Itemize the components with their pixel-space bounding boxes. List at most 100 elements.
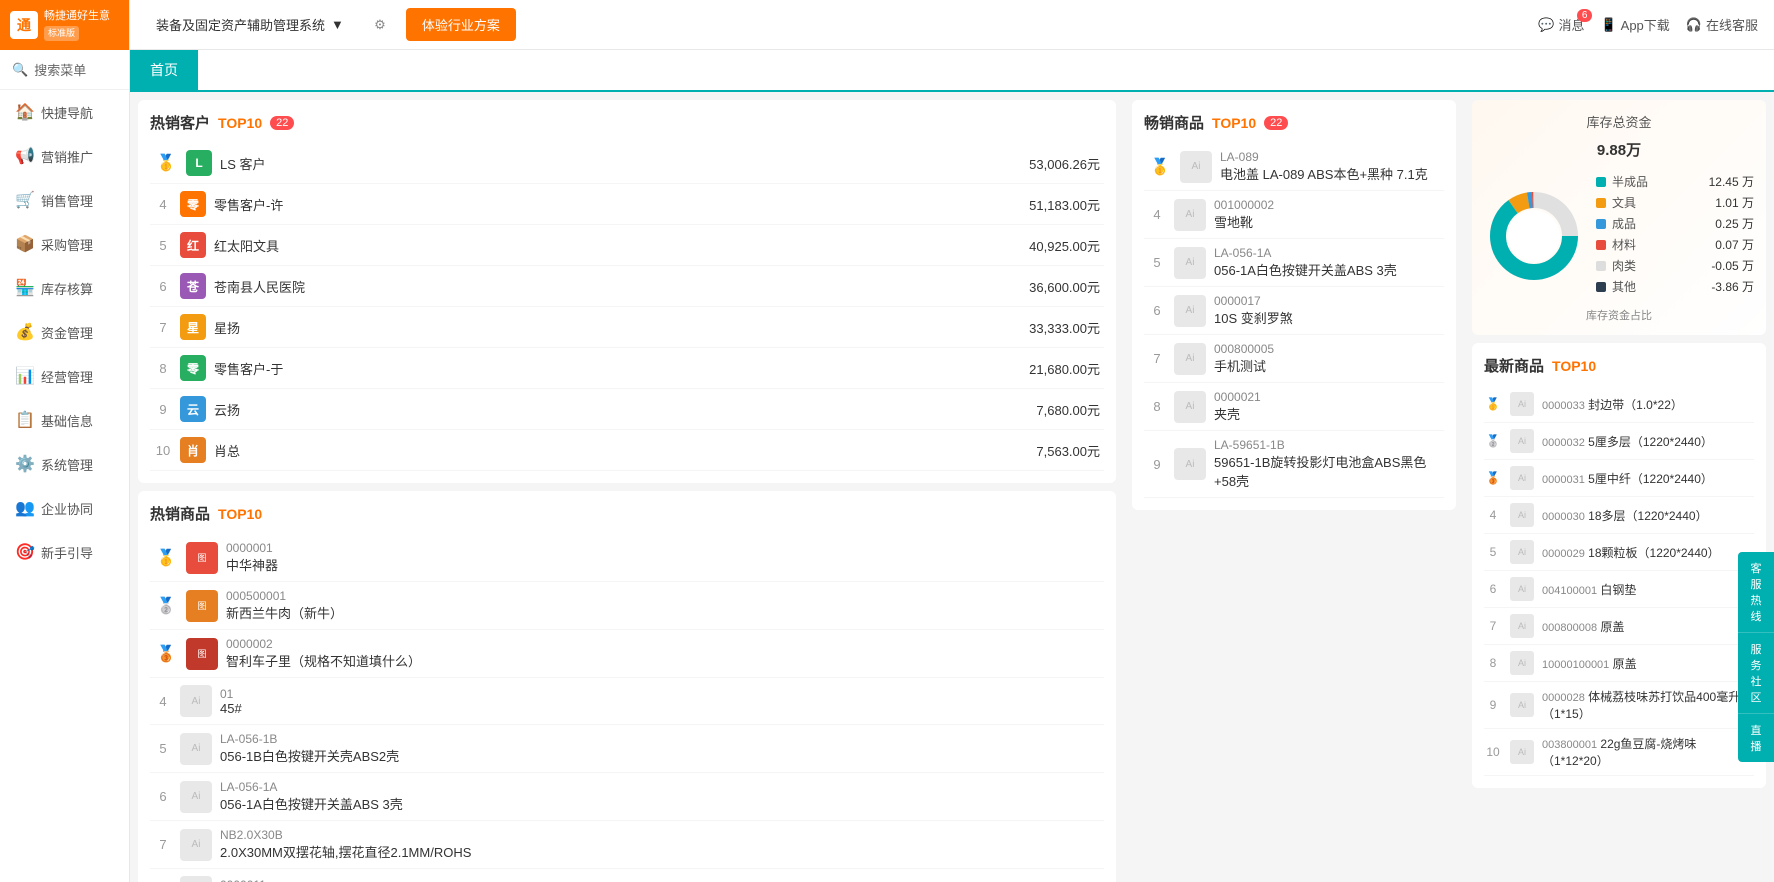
sidebar-item-inventory[interactable]: 🏪 库存核算 [0,266,129,310]
bestselling-header: 畅销商品 TOP10 22 [1144,112,1444,133]
system-icon: ⚙️ [15,454,33,474]
customer-avatar: 零 [180,355,206,381]
product-row: 6 Ai 0000017 10S 变刹罗煞 [1144,287,1444,335]
product-thumbnail-placeholder: Ai [180,733,212,765]
top-customers-card: 热销客户 TOP10 22 🥇 L LS 客户 53,006.26元 4 零 [138,100,1116,483]
product-thumbnail-placeholder: Ai [180,829,212,861]
customer-row: 5 红 红太阳文具 40,925.00元 [150,225,1104,266]
bestselling-list: 🥇 Ai LA-089 电池盖 LA-089 ABS本色+黑种 7.1克 4 A… [1144,143,1444,498]
new-product-row: 🥈 Ai 0000032 5厘多层（1220*2440） [1484,423,1754,460]
enterprise-icon: 👥 [15,498,33,518]
legend-dot [1596,198,1606,208]
new-product-row: 7 Ai 000800008 原盖 [1484,608,1754,645]
new-product-row: 🥉 Ai 0000031 5厘中纤（1220*2440） [1484,460,1754,497]
product-row: 5 Ai LA-056-1B 056-1B白色按键开关壳ABS2壳 [150,725,1104,773]
new-product-row: 9 Ai 0000028 体械荔枝味苏打饮品400毫升（1*15） [1484,682,1754,729]
legend-dot [1596,240,1606,250]
product-row: 6 Ai LA-056-1A 056-1A白色按键开关盖ABS 3壳 [150,773,1104,821]
customer-avatar: 肖 [180,437,206,463]
product-thumbnail: 图 [186,638,218,670]
newest-products-list: 🥇 Ai 0000033 封边带（1.0*22） 🥈 Ai 0000032 [1484,386,1754,776]
inventory-note: 库存资金占比 [1484,307,1754,323]
col-customers: 热销客户 TOP10 22 🥇 L LS 客户 53,006.26元 4 零 [130,92,1124,882]
sidebar-item-marketing[interactable]: 📢 营销推广 [0,134,129,178]
new-product-thumb: Ai [1510,503,1534,527]
newest-header: 最新商品 TOP10 [1484,355,1754,376]
new-product-thumb: Ai [1510,429,1534,453]
product-thumbnail-placeholder: Ai [180,685,212,717]
main-area: 装备及固定资产辅助管理系统 ▼ ⚙ 体验行业方案 💬 消息 6 📱 App下载 … [130,0,1774,882]
float-buttons: 客服热线 服务社区 直播 [1738,552,1774,762]
legend-item: 成品 0.25 万 [1596,215,1754,232]
float-btn-live[interactable]: 直播 [1738,714,1774,762]
customer-row: 🥇 L LS 客户 53,006.26元 [150,143,1104,184]
legend-dot [1596,261,1606,271]
search-icon: 🔍 [12,62,28,78]
new-product-thumb: Ai [1510,540,1534,564]
new-product-thumb: Ai [1510,614,1534,638]
guide-icon: 🎯 [15,542,33,562]
sidebar-item-finance[interactable]: 💰 资金管理 [0,310,129,354]
customer-avatar: L [186,150,212,176]
bestselling-card: 畅销商品 TOP10 22 🥇 Ai LA-089 电池盖 LA-089 ABS… [1132,100,1456,510]
col-right: 库存总资金 9.88万 [1464,92,1774,882]
rank-medal: 🥇 [154,153,178,173]
sidebar-item-guide[interactable]: 🎯 新手引导 [0,530,129,574]
float-btn-community[interactable]: 服务社区 [1738,633,1774,714]
marketing-icon: 📢 [15,146,33,166]
product-thumbnail: 图 [186,590,218,622]
product-row: 🥇 图 0000001 中华神器 [150,534,1104,582]
product-row: 🥈 图 000500001 新西兰牛肉（新牛） [150,582,1104,630]
search-menu-item[interactable]: 🔍 搜索菜单 [0,50,129,90]
inventory-total-label: 库存总资金 [1484,112,1754,131]
hot-products-card: 热销商品 TOP10 🥇 图 0000001 中华神器 🥈 图 [138,491,1116,882]
new-product-row: 5 Ai 0000029 18颗粒板（1220*2440） [1484,534,1754,571]
inventory-total-value: 9.88万 [1484,135,1754,161]
product-row: 4 Ai 001000002 雪地靴 [1144,191,1444,239]
new-product-thumb: Ai [1510,466,1534,490]
inventory-icon: 🏪 [15,278,33,298]
online-service-item[interactable]: 🎧 在线客服 [1686,15,1758,34]
trial-button[interactable]: 体验行业方案 [406,8,516,41]
page-tabs: 首页 [130,50,1774,92]
product-thumbnail-placeholder: Ai [1174,199,1206,231]
product-row: 🥉 图 0000002 智利车子里（规格不知道填什么） [150,630,1104,678]
sidebar-item-sales[interactable]: 🛒 销售管理 [0,178,129,222]
sidebar-item-basic-info[interactable]: 📋 基础信息 [0,398,129,442]
sidebar-item-purchase[interactable]: 📦 采购管理 [0,222,129,266]
new-product-row: 4 Ai 0000030 18多层（1220*2440） [1484,497,1754,534]
new-product-thumb: Ai [1510,392,1534,416]
home-icon: 🏠 [15,102,33,122]
new-product-row: 🥇 Ai 0000033 封边带（1.0*22） [1484,386,1754,423]
sidebar-item-system[interactable]: ⚙️ 系统管理 [0,442,129,486]
sales-icon: 🛒 [15,190,33,210]
sidebar-item-operations[interactable]: 📊 经营管理 [0,354,129,398]
legend-dot [1596,282,1606,292]
new-product-row: 6 Ai 004100001 白钢垫 [1484,571,1754,608]
system-selector[interactable]: 装备及固定资产辅助管理系统 ▼ [146,9,354,40]
customer-row: 8 零 零售客户-于 21,680.00元 [150,348,1104,389]
app-download-item[interactable]: 📱 App下载 [1600,15,1669,34]
mobile-icon: 📱 [1600,17,1616,33]
sidebar-item-quick-nav[interactable]: 🏠 快捷导航 [0,90,129,134]
customer-row: 4 零 零售客户-许 51,183.00元 [150,184,1104,225]
product-thumbnail-placeholder: Ai [1180,151,1212,183]
product-row: 8 Ai 0000021 夹壳 [1144,383,1444,431]
settings-button[interactable]: ⚙ [364,9,396,41]
new-product-row: 10 Ai 003800001 22g鱼豆腐-烧烤味（1*12*20） [1484,729,1754,776]
topbar-right: 💬 消息 6 📱 App下载 🎧 在线客服 [1538,15,1758,34]
product-thumbnail-placeholder: Ai [180,781,212,813]
legend-dot [1596,177,1606,187]
product-thumbnail-placeholder: Ai [180,876,212,882]
notice-item[interactable]: 💬 消息 6 [1538,15,1584,34]
product-thumbnail: 图 [186,542,218,574]
tab-home[interactable]: 首页 [130,50,198,90]
sidebar-item-enterprise[interactable]: 👥 企业协同 [0,486,129,530]
product-row: 5 Ai LA-056-1A 056-1A白色按键开关盖ABS 3壳 [1144,239,1444,287]
legend-dot [1596,219,1606,229]
product-thumbnail-placeholder: Ai [1174,448,1206,480]
new-product-thumb: Ai [1510,740,1534,764]
new-product-thumb: Ai [1510,651,1534,675]
float-btn-hotline[interactable]: 客服热线 [1738,552,1774,633]
finance-icon: 💰 [15,322,33,342]
